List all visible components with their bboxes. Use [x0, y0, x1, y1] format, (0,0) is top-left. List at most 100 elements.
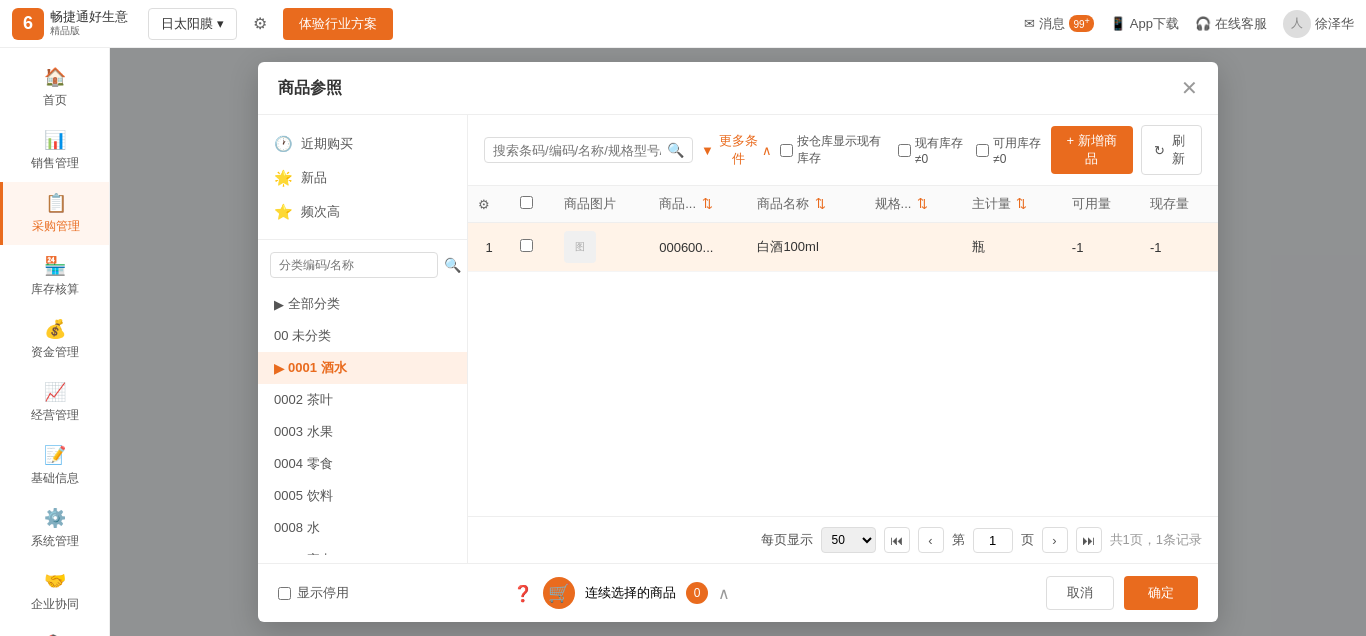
cat-0003-label: 0003 水果	[274, 423, 333, 441]
modal-close-button[interactable]: ✕	[1181, 76, 1198, 100]
cat-0010[interactable]: 0010 家电	[258, 544, 467, 555]
user-profile-item[interactable]: 人 徐泽华	[1283, 10, 1354, 38]
col-code[interactable]: 商品... ⇅	[649, 186, 747, 223]
cell-checkbox[interactable]	[510, 223, 554, 272]
add-product-btn[interactable]: + 新增商品	[1051, 126, 1133, 174]
page-size-label: 每页显示	[761, 531, 813, 549]
cat-all-arrow: ▶	[274, 297, 284, 312]
cat-0005[interactable]: 0005 饮料	[258, 480, 467, 512]
cell-unit: 瓶	[962, 223, 1062, 272]
cart-icon[interactable]: 🛒	[543, 577, 575, 609]
table-row[interactable]: 1 图 000600... 白酒100ml 瓶	[468, 223, 1218, 272]
cat-0004[interactable]: 0004 零食	[258, 448, 467, 480]
finance-icon: 💰	[44, 318, 66, 340]
cat-0010-label: 0010 家电	[274, 551, 333, 555]
col-settings[interactable]: ⚙	[468, 186, 510, 223]
next-page-btn[interactable]: ›	[1042, 527, 1068, 553]
checkbox-existing-stock-input[interactable]	[898, 144, 911, 157]
company-name: 日太阳膜	[161, 15, 213, 33]
total-info: 共1页，1条记录	[1110, 531, 1202, 549]
filter-checkboxes: 按仓库显示现有库存 现有库存≠0 可用库存≠0	[780, 133, 1042, 167]
first-page-btn[interactable]: ⏮	[884, 527, 910, 553]
table-header: ⚙ 商品图片 商品... ⇅ 商品名称	[468, 186, 1218, 223]
confirm-button[interactable]: 确定	[1124, 576, 1198, 610]
tab-frequent[interactable]: ⭐ 频次高	[258, 195, 467, 229]
modal-overlay: 商品参照 ✕ 🕐 近期购买 🌟 新	[110, 48, 1366, 636]
logo-icon: 6	[12, 8, 44, 40]
col-name[interactable]: 商品名称 ⇅	[747, 186, 864, 223]
messages-item[interactable]: ✉ 消息 99+	[1024, 15, 1093, 33]
company-dropdown[interactable]: 日太阳膜 ▾	[148, 8, 237, 40]
col-unit[interactable]: 主计量 ⇅	[962, 186, 1062, 223]
col-name-label: 商品名称	[757, 196, 809, 211]
category-tree: ▶ 全部分类 00 未分类 ▶ 0001 酒水 0002 茶	[258, 284, 467, 555]
page-label: 第	[952, 531, 965, 549]
cat-0001-label: 0001 酒水	[288, 359, 347, 377]
help-icon[interactable]: ❓	[513, 584, 533, 603]
refresh-btn[interactable]: ↻ 刷新	[1141, 125, 1202, 175]
cat-0001[interactable]: ▶ 0001 酒水	[258, 352, 467, 384]
cat-00[interactable]: 00 未分类	[258, 320, 467, 352]
cat-0008[interactable]: 0008 水	[258, 512, 467, 544]
tab-recent-purchase[interactable]: 🕐 近期购买	[258, 127, 467, 161]
row-checkbox[interactable]	[520, 239, 533, 252]
tab-new-products[interactable]: 🌟 新品	[258, 161, 467, 195]
cell-code: 000600...	[649, 223, 747, 272]
online-service-item[interactable]: 🎧 在线客服	[1195, 15, 1267, 33]
page-number-input[interactable]	[973, 528, 1013, 553]
cat-0003[interactable]: 0003 水果	[258, 416, 467, 448]
cat-all[interactable]: ▶ 全部分类	[258, 288, 467, 320]
page-size-select[interactable]: 20 50 100	[821, 527, 876, 553]
cancel-button[interactable]: 取消	[1046, 576, 1114, 610]
col-stock: 现存量	[1140, 186, 1218, 223]
sidebar-item-guide[interactable]: 📚 新手引导	[0, 623, 109, 636]
col-checkbox[interactable]	[510, 186, 554, 223]
logo-line2: 精品版	[50, 24, 128, 38]
category-search-input[interactable]	[270, 252, 438, 278]
more-filters-btn[interactable]: ▼ 更多条件 ∧	[701, 132, 772, 168]
filter-icon: ▼	[701, 143, 714, 158]
app-logo[interactable]: 6 畅捷通好生意 精品版	[12, 8, 128, 40]
sidebar-item-sales-label: 销售管理	[31, 155, 79, 172]
footer-collapse-arrow[interactable]: ∧	[718, 584, 730, 603]
prev-page-btn[interactable]: ‹	[918, 527, 944, 553]
search-filter-icon[interactable]: 🔍	[667, 142, 684, 158]
sidebar-item-system[interactable]: ⚙️ 系统管理	[0, 497, 109, 560]
category-search-icon[interactable]: 🔍	[444, 257, 461, 273]
product-table: ⚙ 商品图片 商品... ⇅ 商品名称	[468, 186, 1218, 272]
sidebar-item-home[interactable]: 🏠 首页	[0, 56, 109, 119]
sidebar-item-purchase[interactable]: 📋 采购管理	[0, 182, 109, 245]
cell-num: 1	[468, 223, 510, 272]
sidebar-item-basic-info[interactable]: 📝 基础信息	[0, 434, 109, 497]
experience-btn[interactable]: 体验行业方案	[283, 8, 393, 40]
last-page-btn[interactable]: ⏭	[1076, 527, 1102, 553]
table-body: 1 图 000600... 白酒100ml 瓶	[468, 223, 1218, 272]
home-icon: 🏠	[44, 66, 66, 88]
checkbox-existing-stock[interactable]: 现有库存≠0	[898, 135, 964, 166]
sidebar-item-finance[interactable]: 💰 资金管理	[0, 308, 109, 371]
col-spec[interactable]: 规格... ⇅	[865, 186, 962, 223]
settings-icon[interactable]: ⚙	[245, 9, 275, 39]
checkbox-warehouse-stock-input[interactable]	[780, 144, 793, 157]
sidebar-item-sales[interactable]: 📊 销售管理	[0, 119, 109, 182]
sidebar-item-enterprise[interactable]: 🤝 企业协同	[0, 560, 109, 623]
checkbox-available-stock-input[interactable]	[976, 144, 989, 157]
modal-footer: 显示停用 ❓ 🛒 连续选择的商品 0 ∧ 取消 确定	[258, 563, 1218, 622]
app-download-item[interactable]: 📱 App下载	[1110, 15, 1179, 33]
cell-spec	[865, 223, 962, 272]
quick-tabs: 🕐 近期购买 🌟 新品 ⭐ 频次高	[258, 123, 467, 233]
col-spec-label: 规格...	[875, 196, 912, 211]
product-search-input[interactable]	[493, 143, 661, 158]
cat-0002[interactable]: 0002 茶叶	[258, 384, 467, 416]
sidebar-item-operations[interactable]: 📈 经营管理	[0, 371, 109, 434]
checkbox-available-stock[interactable]: 可用库存≠0	[976, 135, 1042, 166]
sort-code-icon: ⇅	[702, 196, 713, 211]
checkbox-warehouse-stock[interactable]: 按仓库显示现有库存	[780, 133, 886, 167]
cell-stock: -1	[1140, 223, 1218, 272]
sidebar-item-inventory[interactable]: 🏪 库存核算	[0, 245, 109, 308]
sort-spec-icon: ⇅	[917, 196, 928, 211]
select-all-checkbox[interactable]	[520, 196, 533, 209]
pagination-bar: 每页显示 20 50 100 ⏮ ‹ 第 页 ›	[468, 516, 1218, 563]
navbar-right: ✉ 消息 99+ 📱 App下载 🎧 在线客服 人 徐泽华	[1024, 10, 1354, 38]
show-disabled-checkbox[interactable]	[278, 587, 291, 600]
